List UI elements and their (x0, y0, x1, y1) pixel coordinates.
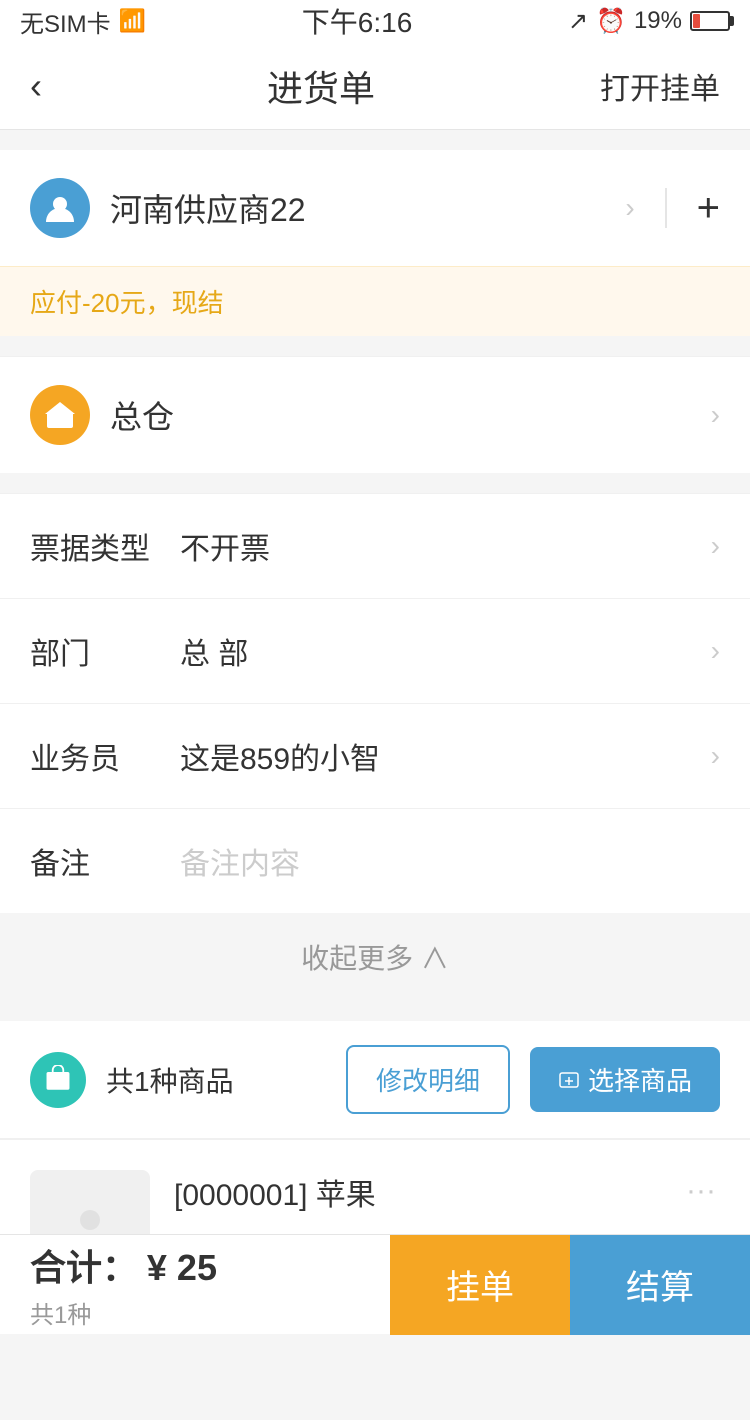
location-icon: ↗ (568, 7, 588, 36)
supplier-name: 河南供应商22 (110, 185, 625, 231)
section-gap-2 (0, 336, 750, 356)
products-header: 共1种商品 修改明细 选择商品 (0, 1021, 750, 1139)
department-value: 总 部 (160, 629, 711, 673)
form-card: 票据类型 不开票 › 部门 总 部 › 业务员 这是859的小智 › 备注 备注… (0, 493, 750, 913)
status-time: 下午6:16 (302, 1, 413, 41)
battery-icon (690, 11, 730, 31)
alarm-icon: ⏰ (596, 7, 626, 36)
invoice-type-value: 不开票 (160, 524, 711, 568)
supplier-divider (665, 188, 667, 228)
battery-label: 19% (634, 7, 682, 35)
status-bar: 无SIM卡 📶 下午6:16 ↗ ⏰ 19% (0, 0, 750, 42)
product-name: [0000001] 苹果 (174, 1170, 658, 1214)
remark-input[interactable]: 备注内容 (160, 839, 720, 883)
section-gap-1 (0, 130, 750, 150)
remark-row[interactable]: 备注 备注内容 (0, 808, 750, 913)
summary-total: 合计： ¥ 25 共1种 (0, 1239, 390, 1330)
salesperson-label: 业务员 (30, 734, 160, 778)
checkout-button[interactable]: 结算 (570, 1235, 750, 1335)
warehouse-icon (30, 385, 90, 445)
invoice-type-label: 票据类型 (30, 524, 160, 568)
supplier-card: 河南供应商22 › + 应付-20元，现结 (0, 150, 750, 336)
warehouse-row[interactable]: 总仓 › (0, 356, 750, 473)
select-product-button[interactable]: 选择商品 (530, 1047, 720, 1112)
invoice-type-row[interactable]: 票据类型 不开票 › (0, 493, 750, 598)
status-bar-left: 无SIM卡 📶 (20, 4, 146, 39)
back-button[interactable]: ‹ (30, 65, 42, 107)
notice-banner: 应付-20元，现结 (0, 266, 750, 336)
products-icon (30, 1052, 86, 1108)
supplier-chevron-icon: › (625, 192, 634, 224)
bottom-summary-bar: 合计： ¥ 25 共1种 挂单 结算 (0, 1234, 750, 1334)
warehouse-name: 总仓 (110, 392, 711, 438)
warehouse-chevron-icon: › (711, 399, 720, 431)
department-label: 部门 (30, 629, 160, 673)
department-row[interactable]: 部门 总 部 › (0, 598, 750, 703)
remark-label: 备注 (30, 839, 160, 883)
summary-amount: 合计： ¥ 25 (30, 1239, 390, 1291)
collapse-label: 收起更多 ∧ (301, 937, 449, 977)
status-bar-right: ↗ ⏰ 19% (568, 7, 730, 36)
section-gap-4 (0, 1001, 750, 1021)
products-count: 共1种商品 (106, 1060, 326, 1100)
suspend-button[interactable]: 挂单 (390, 1235, 570, 1335)
salesperson-value: 这是859的小智 (160, 734, 711, 778)
salesperson-chevron-icon: › (711, 740, 720, 772)
page-title: 进货单 (267, 60, 375, 112)
supplier-row[interactable]: 河南供应商22 › + (0, 150, 750, 266)
wifi-icon: 📶 (119, 8, 146, 34)
bottom-spacer (0, 1320, 750, 1420)
nav-bar: ‹ 进货单 打开挂单 (0, 42, 750, 130)
total-amount: ¥ 25 (147, 1247, 217, 1288)
salesperson-row[interactable]: 业务员 这是859的小智 › (0, 703, 750, 808)
carrier-label: 无SIM卡 (20, 4, 111, 39)
supplier-avatar (30, 178, 90, 238)
invoice-type-chevron-icon: › (711, 530, 720, 562)
section-gap-3 (0, 473, 750, 493)
select-product-label: 选择商品 (588, 1061, 692, 1098)
add-supplier-button[interactable]: + (697, 186, 720, 231)
collapse-button[interactable]: 收起更多 ∧ (0, 913, 750, 1001)
product-title: 苹果 (316, 1179, 376, 1212)
department-chevron-icon: › (711, 635, 720, 667)
product-more-button[interactable]: ··· (682, 1170, 720, 1212)
warehouse-card: 总仓 › (0, 356, 750, 473)
open-pending-button[interactable]: 打开挂单 (600, 64, 720, 108)
total-label: 合计： (30, 1247, 138, 1288)
summary-count: 共1种 (30, 1295, 390, 1330)
edit-detail-button[interactable]: 修改明细 (346, 1045, 510, 1114)
product-code: [0000001] (174, 1179, 316, 1212)
